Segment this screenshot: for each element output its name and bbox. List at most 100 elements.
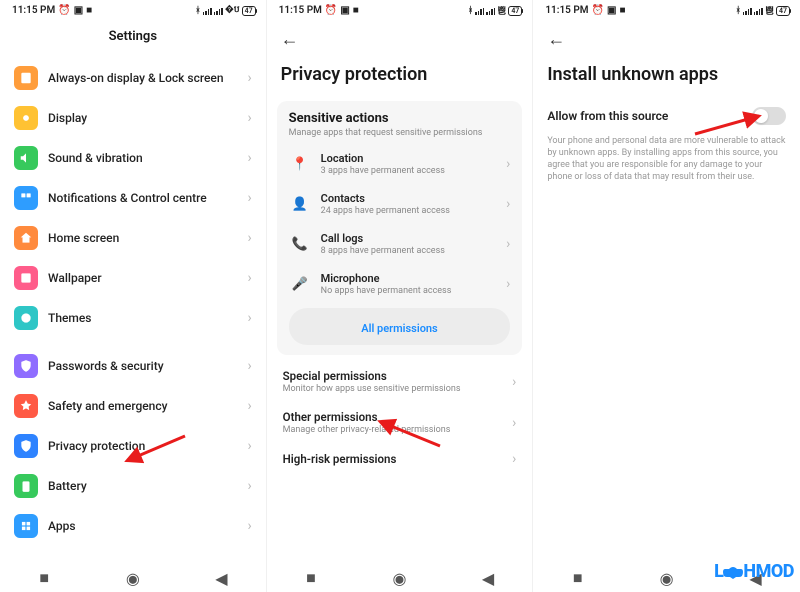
chevron-right-icon: › (247, 398, 251, 414)
chevron-right-icon: › (247, 70, 251, 86)
nav-back[interactable]: ◀ (213, 570, 229, 586)
watermark: LHMOD (714, 561, 794, 582)
chevron-right-icon: › (506, 276, 510, 292)
nav-home[interactable]: ◉ (391, 570, 407, 586)
page-title: Settings (14, 25, 252, 48)
header: Settings (0, 19, 266, 58)
nav-recents[interactable]: ■ (570, 570, 586, 586)
sensitive-actions-card: Sensitive actions Manage apps that reque… (277, 101, 523, 355)
bluetooth-icon: ᚼ (736, 6, 741, 16)
back-button[interactable]: ← (547, 25, 565, 54)
header: ← Install unknown apps (533, 19, 800, 95)
chevron-right-icon: › (247, 270, 251, 286)
perm-contacts[interactable]: 👤Contacts24 apps have permanent access› (289, 184, 511, 224)
home-icon (14, 226, 38, 250)
page-title: Install unknown apps (547, 54, 786, 85)
chevron-right-icon: › (506, 156, 510, 172)
item-battery[interactable]: Battery› (10, 466, 256, 506)
nav-recents[interactable]: ■ (36, 570, 52, 586)
chevron-right-icon: › (506, 236, 510, 252)
record-icon: ▣ (74, 5, 83, 16)
signal-icon-2 (754, 7, 763, 15)
battery-item-icon (14, 474, 38, 498)
item-display[interactable]: Display› (10, 98, 256, 138)
nav-home[interactable]: ◉ (659, 570, 675, 586)
chevron-right-icon: › (506, 196, 510, 212)
item-safety[interactable]: Safety and emergency› (10, 386, 256, 426)
signal-icon-1 (743, 7, 752, 15)
signal-icon-1 (475, 7, 484, 15)
allow-source-toggle[interactable] (752, 107, 786, 125)
emergency-icon (14, 394, 38, 418)
privacy-content[interactable]: Sensitive actions Manage apps that reque… (267, 95, 533, 562)
square-icon: ■ (619, 5, 625, 16)
page-title: Privacy protection (281, 54, 519, 85)
nav-recents[interactable]: ■ (303, 570, 319, 586)
item-home-screen[interactable]: Home screen› (10, 218, 256, 258)
square-icon: ■ (353, 5, 359, 16)
chevron-right-icon: › (512, 415, 516, 431)
header: ← Privacy protection (267, 19, 533, 95)
nav-home[interactable]: ◉ (125, 570, 141, 586)
back-button[interactable]: ← (281, 25, 299, 54)
item-notifications[interactable]: Notifications & Control centre› (10, 178, 256, 218)
alarm-icon: ⏰ (58, 5, 70, 16)
chevron-right-icon: › (247, 438, 251, 454)
chevron-right-icon: › (247, 478, 251, 494)
perm-call-logs[interactable]: 📞Call logs8 apps have permanent access› (289, 224, 511, 264)
bluetooth-icon: ᚼ (468, 6, 473, 16)
perm-microphone[interactable]: 🎤MicrophoneNo apps have permanent access… (289, 264, 511, 304)
perm-location[interactable]: 📍Location3 apps have permanent access› (289, 144, 511, 184)
signal-icon-1 (203, 7, 212, 15)
record-icon: ▣ (340, 5, 349, 16)
all-permissions-button[interactable]: All permissions (289, 308, 511, 345)
control-icon (14, 186, 38, 210)
chevron-right-icon: › (512, 451, 516, 467)
battery-icon: 47 (242, 6, 256, 16)
themes-icon (14, 306, 38, 330)
allow-source-row[interactable]: Allow from this source (543, 95, 790, 131)
item-apps[interactable]: Apps› (10, 506, 256, 546)
card-sub: Manage apps that request sensitive permi… (289, 128, 511, 138)
warning-text: Your phone and personal data are more vu… (543, 131, 790, 184)
record-icon: ▣ (607, 5, 616, 16)
contacts-icon: 👤 (289, 197, 311, 212)
wifi-icon: �ប (225, 4, 240, 17)
chevron-right-icon: › (247, 190, 251, 206)
chevron-right-icon: › (247, 150, 251, 166)
status-time: 11:15 PM (12, 5, 55, 16)
screen-install-unknown: 11:15 PM ⏰ ▣ ■ ᚼ ⾿ 47 ← Install unknown … (533, 0, 800, 592)
item-always-on-display[interactable]: Always-on display & Lock screen› (10, 58, 256, 98)
chevron-right-icon: › (247, 230, 251, 246)
item-passwords[interactable]: Passwords & security› (10, 346, 256, 386)
item-themes[interactable]: Themes› (10, 298, 256, 338)
status-bar: 11:15 PM ⏰ ▣ ■ ᚼ �ប 47 (0, 0, 266, 19)
install-content: Allow from this source Your phone and pe… (533, 95, 800, 562)
section-high-risk-permissions[interactable]: High-risk permissions› (277, 443, 523, 475)
item-privacy-protection[interactable]: Privacy protection› (10, 426, 256, 466)
nav-bar: ■ ◉ ◀ (0, 562, 266, 592)
alarm-icon: ⏰ (592, 5, 604, 16)
screen-privacy: 11:15 PM ⏰ ▣ ■ ᚼ ⾿ 47 ← Privacy protecti… (267, 0, 534, 592)
section-special-permissions[interactable]: Special permissionsMonitor how apps use … (277, 361, 523, 402)
section-other-permissions[interactable]: Other permissionsManage other privacy-re… (277, 402, 523, 443)
status-bar: 11:15 PM ⏰ ▣ ■ ᚼ ⾿ 47 (533, 0, 800, 19)
item-sound[interactable]: Sound & vibration› (10, 138, 256, 178)
status-time: 11:15 PM (279, 5, 322, 16)
nav-back[interactable]: ◀ (480, 570, 496, 586)
display-lock-icon (14, 66, 38, 90)
privacy-icon (14, 434, 38, 458)
wallpaper-icon (14, 266, 38, 290)
signal-icon-2 (486, 7, 495, 15)
apps-icon (14, 514, 38, 538)
card-title: Sensitive actions (289, 111, 511, 126)
toggle-label: Allow from this source (547, 109, 752, 123)
item-wallpaper[interactable]: Wallpaper› (10, 258, 256, 298)
chevron-right-icon: › (512, 374, 516, 390)
settings-list[interactable]: Always-on display & Lock screen› Display… (0, 58, 266, 562)
battery-icon: 47 (776, 6, 790, 16)
chevron-right-icon: › (247, 110, 251, 126)
signal-icon-2 (214, 7, 223, 15)
bluetooth-icon: ᚼ (195, 6, 200, 16)
sun-icon (14, 106, 38, 130)
